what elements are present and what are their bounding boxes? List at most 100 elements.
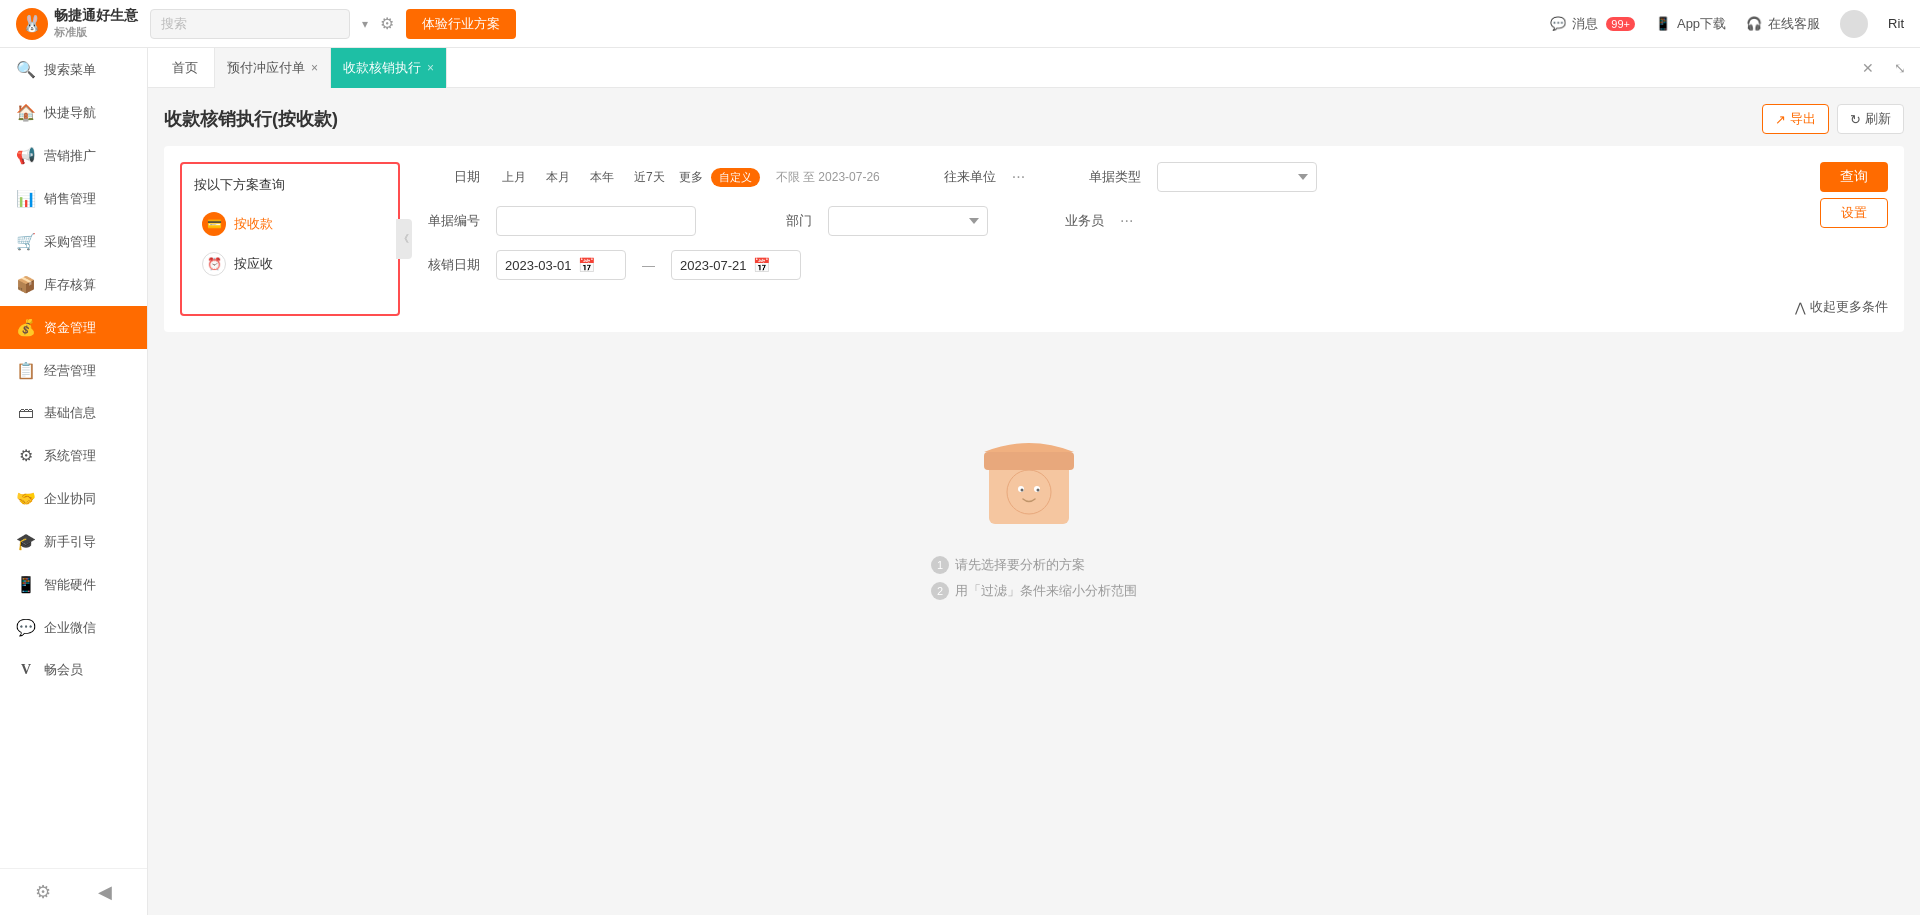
partner-ellipsis[interactable]: ··· <box>1012 168 1025 186</box>
tab-verify[interactable]: 收款核销执行 × <box>331 48 447 88</box>
enterprise-icon: 🤝 <box>16 489 36 508</box>
tab-verify-close[interactable]: × <box>427 61 434 75</box>
sidebar-item-finance[interactable]: 💰 资金管理 <box>0 306 147 349</box>
tab-prepay-label: 预付冲应付单 <box>227 59 305 77</box>
topbar: 🐰 畅捷通好生意 标准版 搜索 ▾ ⚙ 体验行业方案 💬 消息 99+ 📱 Ap… <box>0 0 1920 48</box>
main-layout: 🔍 搜索菜单 🏠 快捷导航 📢 营销推广 📊 销售管理 🛒 采购管理 📦 库存核… <box>0 48 1920 915</box>
solution-button[interactable]: 体验行业方案 <box>406 9 516 39</box>
date-this-year[interactable]: 本年 <box>584 167 620 188</box>
page-header: 收款核销执行(按收款) ↗ 导出 ↻ 刷新 <box>164 104 1904 134</box>
settings-button[interactable]: 设置 <box>1820 198 1888 228</box>
svg-rect-1 <box>984 452 1074 470</box>
doc-type-select[interactable] <box>1157 162 1317 192</box>
svg-point-6 <box>1037 489 1040 492</box>
receivable-option-label: 按应收 <box>234 255 273 273</box>
online-service-group[interactable]: 🎧 在线客服 <box>1746 15 1820 33</box>
receivable-option-icon: ⏰ <box>202 252 226 276</box>
sidebar-label-purchase: 采购管理 <box>44 233 96 251</box>
empty-step-1: 1 请先选择要分析的方案 <box>931 556 1137 574</box>
tab-expand-btn[interactable]: ⤡ <box>1888 56 1912 80</box>
filter-left-panel: 按以下方案查询 💳 按收款 ⏰ 按应收 《 <box>180 162 400 316</box>
sidebar-item-wechat[interactable]: 💬 企业微信 <box>0 606 147 649</box>
tab-bar: 首页 预付冲应付单 × 收款核销执行 × ✕ ⤡ <box>148 48 1920 88</box>
empty-illustration <box>974 424 1094 544</box>
tab-prepay-close[interactable]: × <box>311 61 318 75</box>
step-2-text: 用「过滤」条件来缩小分析范围 <box>955 582 1137 600</box>
filter-collapse-btn[interactable]: 《 <box>396 219 412 259</box>
sidebar-item-operation[interactable]: 📋 经营管理 <box>0 349 147 392</box>
filter-date-row: 日期 上月 本月 本年 近7天 更多 自定义 不限 至 2023-07-26 <box>420 162 1800 192</box>
messages-group[interactable]: 💬 消息 99+ <box>1550 15 1635 33</box>
date-7days[interactable]: 近7天 <box>628 167 671 188</box>
app-download-label: App下载 <box>1677 15 1726 33</box>
step-1-num: 1 <box>931 556 949 574</box>
sidebar-label-wechat: 企业微信 <box>44 619 96 637</box>
messages-label: 消息 <box>1572 15 1598 33</box>
sidebar-item-marketing[interactable]: 📢 营销推广 <box>0 134 147 177</box>
search-placeholder-text: 搜索 <box>161 15 187 33</box>
sidebar-label-basic: 基础信息 <box>44 404 96 422</box>
sidebar-item-basic[interactable]: 🗃 基础信息 <box>0 392 147 434</box>
refresh-button[interactable]: ↻ 刷新 <box>1837 104 1904 134</box>
sidebar-item-purchase[interactable]: 🛒 采购管理 <box>0 220 147 263</box>
receipt-option-label: 按收款 <box>234 215 273 233</box>
date-custom-badge[interactable]: 自定义 <box>711 168 760 187</box>
export-icon: ↗ <box>1775 112 1786 127</box>
collapse-sidebar-icon[interactable]: ◀ <box>98 881 112 903</box>
sales-icon: 📊 <box>16 189 36 208</box>
verify-end-value: 2023-07-21 <box>680 258 747 273</box>
tab-prepay[interactable]: 预付冲应付单 × <box>215 48 331 88</box>
tab-home[interactable]: 首页 <box>156 48 215 88</box>
filter-left-title: 按以下方案查询 <box>194 176 386 194</box>
sidebar-item-enterprise[interactable]: 🤝 企业协同 <box>0 477 147 520</box>
sidebar-item-system[interactable]: ⚙ 系统管理 <box>0 434 147 477</box>
search-dropdown-icon[interactable]: ▾ <box>362 17 368 31</box>
dept-select[interactable] <box>828 206 988 236</box>
hardware-icon: 📱 <box>16 575 36 594</box>
sidebar-bottom: ⚙ ◀ <box>0 868 147 915</box>
verify-start-value: 2023-03-01 <box>505 258 572 273</box>
sidebar-item-member[interactable]: V 畅会员 <box>0 649 147 691</box>
date-last-month[interactable]: 上月 <box>496 167 532 188</box>
filter-docno-row: 单据编号 部门 业务员 ··· <box>420 206 1800 236</box>
filter-option-receivable[interactable]: ⏰ 按应收 <box>194 246 386 282</box>
verify-end-date[interactable]: 2023-07-21 📅 <box>671 250 801 280</box>
date-this-month[interactable]: 本月 <box>540 167 576 188</box>
sidebar-label-operation: 经营管理 <box>44 362 96 380</box>
marketing-icon: 📢 <box>16 146 36 165</box>
collapse-icon: 《 <box>399 232 409 246</box>
search-box[interactable]: 搜索 <box>150 9 350 39</box>
verify-date-label: 核销日期 <box>420 256 480 274</box>
sidebar-item-sales[interactable]: 📊 销售管理 <box>0 177 147 220</box>
sidebar-item-shortcut[interactable]: 🏠 快捷导航 <box>0 91 147 134</box>
query-button[interactable]: 查询 <box>1820 162 1888 192</box>
sidebar: 🔍 搜索菜单 🏠 快捷导航 📢 营销推广 📊 销售管理 🛒 采购管理 📦 库存核… <box>0 48 148 915</box>
date-range-info: 不限 至 2023-07-26 <box>776 169 880 186</box>
filter-option-receipt[interactable]: 💳 按收款 <box>194 206 386 242</box>
calendar-end-icon: 📅 <box>753 257 770 273</box>
sidebar-item-search[interactable]: 🔍 搜索菜单 <box>0 48 147 91</box>
empty-state: 1 请先选择要分析的方案 2 用「过滤」条件来缩小分析范围 <box>164 344 1904 680</box>
collapse-more-btn[interactable]: ⋀ 收起更多条件 <box>420 294 1888 316</box>
sidebar-label-shortcut: 快捷导航 <box>44 104 96 122</box>
staff-ellipsis[interactable]: ··· <box>1120 212 1133 230</box>
tab-close-btn[interactable]: ✕ <box>1856 56 1880 80</box>
settings-bottom-icon[interactable]: ⚙ <box>35 881 51 903</box>
app-download-group[interactable]: 📱 App下载 <box>1655 15 1726 33</box>
sidebar-item-hardware[interactable]: 📱 智能硬件 <box>0 563 147 606</box>
verify-start-date[interactable]: 2023-03-01 📅 <box>496 250 626 280</box>
page-content: 收款核销执行(按收款) ↗ 导出 ↻ 刷新 按以下方案查询 <box>148 88 1920 915</box>
doc-no-input[interactable] <box>496 206 696 236</box>
sidebar-item-guide[interactable]: 🎓 新手引导 <box>0 520 147 563</box>
user-avatar[interactable] <box>1840 10 1868 38</box>
username[interactable]: Rit <box>1888 16 1904 31</box>
empty-svg <box>974 424 1094 534</box>
app-logo: 🐰 畅捷通好生意 标准版 <box>16 7 138 40</box>
export-button[interactable]: ↗ 导出 <box>1762 104 1829 134</box>
member-icon: V <box>16 662 36 678</box>
sidebar-item-inventory[interactable]: 📦 库存核算 <box>0 263 147 306</box>
gear-icon[interactable]: ⚙ <box>380 14 394 33</box>
dept-label: 部门 <box>752 212 812 230</box>
partner-label: 往来单位 <box>936 168 996 186</box>
date-more[interactable]: 更多 <box>679 169 703 186</box>
